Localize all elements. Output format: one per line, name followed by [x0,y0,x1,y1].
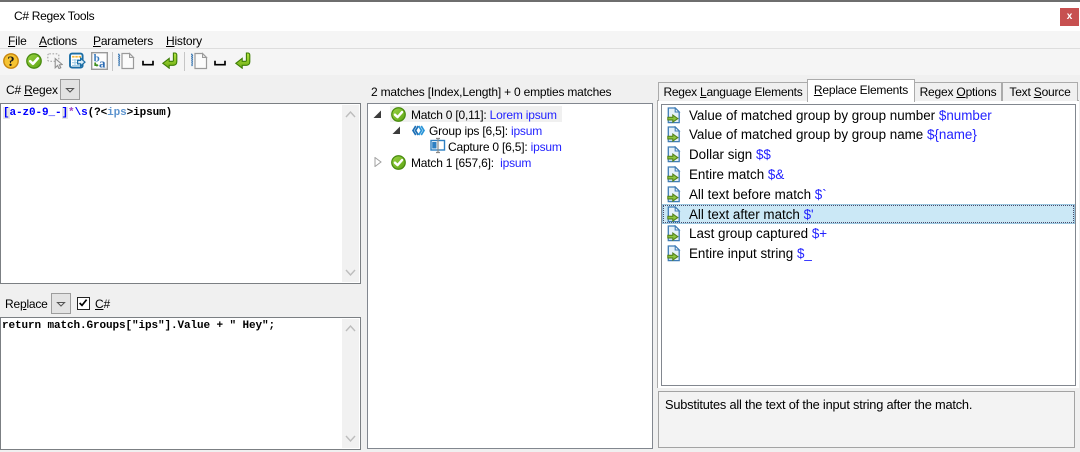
svg-text:a: a [99,55,106,70]
svg-text:?: ? [7,54,14,69]
